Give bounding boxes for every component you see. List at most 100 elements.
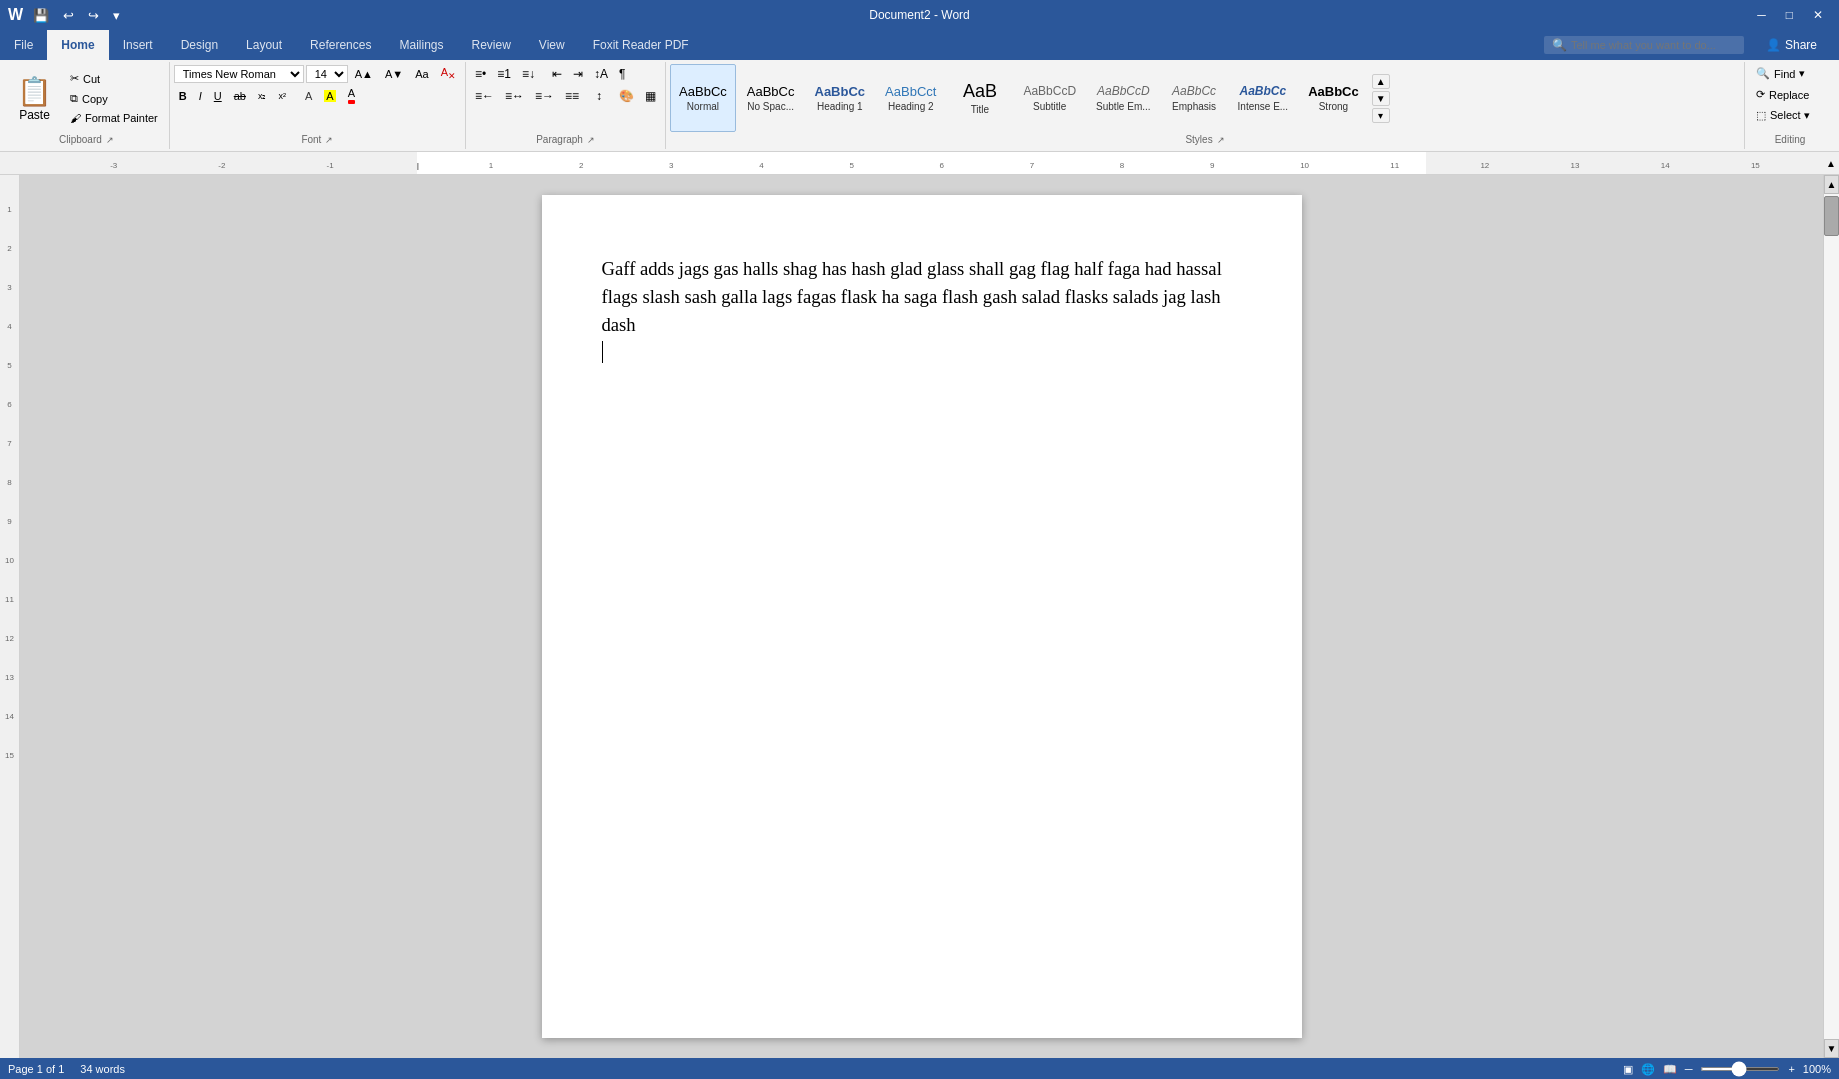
style-title[interactable]: AaB Title: [947, 64, 1012, 132]
document-paragraph[interactable]: Gaff adds jags gas halls shag has hash g…: [602, 255, 1242, 339]
bullets-button[interactable]: ≡•: [470, 64, 491, 84]
numbering-button[interactable]: ≡1: [492, 64, 516, 84]
style-heading2-label: Heading 2: [888, 101, 934, 112]
paragraph-group-content: ≡• ≡1 ≡↓ ⇤ ⇥ ↕A ¶ ≡← ≡↔ ≡→ ≡≡ ↕: [470, 64, 661, 132]
format-painter-icon: 🖌: [70, 112, 81, 124]
styles-expand-icon[interactable]: ↗: [1217, 135, 1225, 145]
style-intense-e[interactable]: AaBbCc Intense E...: [1229, 64, 1298, 132]
style-subtitle[interactable]: AaBbCcD Subtitle: [1014, 64, 1085, 132]
format-painter-button[interactable]: 🖌 Format Painter: [63, 109, 165, 127]
styles-more-button[interactable]: ▾: [1372, 108, 1390, 123]
scroll-up-button[interactable]: ▲: [1824, 175, 1839, 194]
ruler-marks: -3 -2 -1 | 1 2 3 4 5 6 7 8 9 10 11 12 13…: [20, 152, 1823, 174]
zoom-slider[interactable]: [1700, 1067, 1780, 1071]
text-highlight-button[interactable]: A: [319, 88, 340, 104]
scroll-down-button[interactable]: ▼: [1824, 1039, 1839, 1058]
vertical-scrollbar[interactable]: ▲ ▼: [1823, 175, 1839, 1058]
borders-button[interactable]: ▦: [640, 86, 661, 106]
align-right-button[interactable]: ≡→: [530, 86, 559, 106]
tab-insert[interactable]: Insert: [109, 30, 167, 60]
restore-button[interactable]: □: [1778, 6, 1801, 24]
save-button[interactable]: 💾: [29, 6, 53, 25]
redo-button[interactable]: ↪: [84, 6, 103, 25]
font-color-button[interactable]: A: [343, 85, 360, 106]
svg-text:15: 15: [1751, 161, 1760, 170]
print-layout-button[interactable]: ▣: [1623, 1063, 1633, 1076]
tab-layout[interactable]: Layout: [232, 30, 296, 60]
align-left-button[interactable]: ≡←: [470, 86, 499, 106]
style-subtle-em[interactable]: AaBbCcD Subtle Em...: [1087, 64, 1159, 132]
replace-button[interactable]: ⟳ Replace: [1749, 85, 1817, 104]
paste-button[interactable]: 📋 Paste: [8, 72, 61, 125]
text-effects-button[interactable]: A: [300, 88, 317, 104]
document-cursor-line[interactable]: [602, 339, 1242, 367]
ruler-collapse-button[interactable]: ▲: [1823, 152, 1839, 174]
increase-indent-button[interactable]: ⇥: [568, 64, 588, 84]
decrease-indent-button[interactable]: ⇤: [547, 64, 567, 84]
style-heading2[interactable]: AaBbCct Heading 2: [876, 64, 945, 132]
strikethrough-button[interactable]: ab: [229, 88, 251, 104]
tab-design[interactable]: Design: [167, 30, 232, 60]
customize-qat-button[interactable]: ▾: [109, 6, 124, 25]
line-spacing-button[interactable]: ↕: [591, 86, 607, 106]
change-case-button[interactable]: Aa: [410, 66, 433, 82]
copy-button[interactable]: ⧉ Copy: [63, 89, 165, 108]
shading-button[interactable]: 🎨: [614, 86, 639, 106]
style-heading1[interactable]: AaBbCc Heading 1: [806, 64, 875, 132]
select-button[interactable]: ⬚ Select ▾: [1749, 106, 1817, 125]
sort-button[interactable]: ↕A: [589, 64, 613, 84]
document-page[interactable]: Gaff adds jags gas halls shag has hash g…: [542, 195, 1302, 1038]
multilevel-list-button[interactable]: ≡↓: [517, 64, 540, 84]
tell-me-input[interactable]: [1567, 39, 1736, 51]
tab-file[interactable]: File: [0, 30, 47, 60]
justify-button[interactable]: ≡≡: [560, 86, 584, 106]
document-area[interactable]: Gaff adds jags gas halls shag has hash g…: [20, 175, 1823, 1058]
style-strong[interactable]: AaBbCc Strong: [1299, 64, 1368, 132]
scroll-thumb[interactable]: [1824, 196, 1839, 236]
undo-button[interactable]: ↩: [59, 6, 78, 25]
clear-formatting-button[interactable]: A✕: [436, 64, 461, 83]
styles-scroll-up-button[interactable]: ▲: [1372, 74, 1390, 89]
style-title-preview: AaB: [963, 81, 997, 103]
document-content[interactable]: Gaff adds jags gas halls shag has hash g…: [602, 255, 1242, 367]
font-name-select[interactable]: Times New Roman: [174, 65, 304, 83]
tab-mailings[interactable]: Mailings: [385, 30, 457, 60]
title-bar: W 💾 ↩ ↪ ▾ Document2 - Word ─ □ ✕: [0, 0, 1839, 30]
increase-font-size-button[interactable]: A▲: [350, 66, 378, 82]
find-button[interactable]: 🔍 Find ▾: [1749, 64, 1817, 83]
align-center-button[interactable]: ≡↔: [500, 86, 529, 106]
web-layout-button[interactable]: 🌐: [1641, 1063, 1655, 1076]
style-emphasis[interactable]: AaBbCc Emphasis: [1162, 64, 1227, 132]
scroll-track[interactable]: [1824, 194, 1839, 1039]
subscript-button[interactable]: x₂: [253, 89, 272, 103]
styles-scroll-down-button[interactable]: ▼: [1372, 91, 1390, 106]
tab-view[interactable]: View: [525, 30, 579, 60]
tab-home[interactable]: Home: [47, 30, 108, 60]
clipboard-label: Clipboard ↗: [8, 132, 165, 147]
search-icon: 🔍: [1552, 38, 1567, 52]
underline-button[interactable]: U: [209, 88, 227, 104]
font-size-select[interactable]: 14: [306, 65, 348, 83]
style-normal[interactable]: AaBbCc Normal: [670, 64, 736, 132]
clipboard-expand-icon[interactable]: ↗: [106, 135, 114, 145]
tab-foxit[interactable]: Foxit Reader PDF: [579, 30, 703, 60]
close-button[interactable]: ✕: [1805, 6, 1831, 24]
cut-button[interactable]: ✂ Cut: [63, 69, 165, 88]
style-intense-e-label: Intense E...: [1238, 101, 1289, 112]
superscript-button[interactable]: x²: [273, 89, 291, 103]
read-mode-button[interactable]: 📖: [1663, 1063, 1677, 1076]
minimize-button[interactable]: ─: [1749, 6, 1774, 24]
tab-review[interactable]: Review: [457, 30, 524, 60]
tab-references[interactable]: References: [296, 30, 385, 60]
main-area: 1 2 3 4 5 6 7 8 9 10 11 12 13 14 15 Gaff…: [0, 175, 1839, 1058]
decrease-font-size-button[interactable]: A▼: [380, 66, 408, 82]
italic-button[interactable]: I: [194, 88, 207, 104]
paragraph-expand-icon[interactable]: ↗: [587, 135, 595, 145]
bold-button[interactable]: B: [174, 88, 192, 104]
style-no-space[interactable]: AaBbCc No Spac...: [738, 64, 804, 132]
styles-group: AaBbCc Normal AaBbCc No Spac... AaBbCc H…: [666, 62, 1745, 149]
show-formatting-button[interactable]: ¶: [614, 64, 630, 84]
font-expand-icon[interactable]: ↗: [325, 135, 333, 145]
share-button[interactable]: 👤 Share: [1752, 38, 1831, 52]
style-emphasis-preview: AaBbCc: [1172, 84, 1216, 98]
